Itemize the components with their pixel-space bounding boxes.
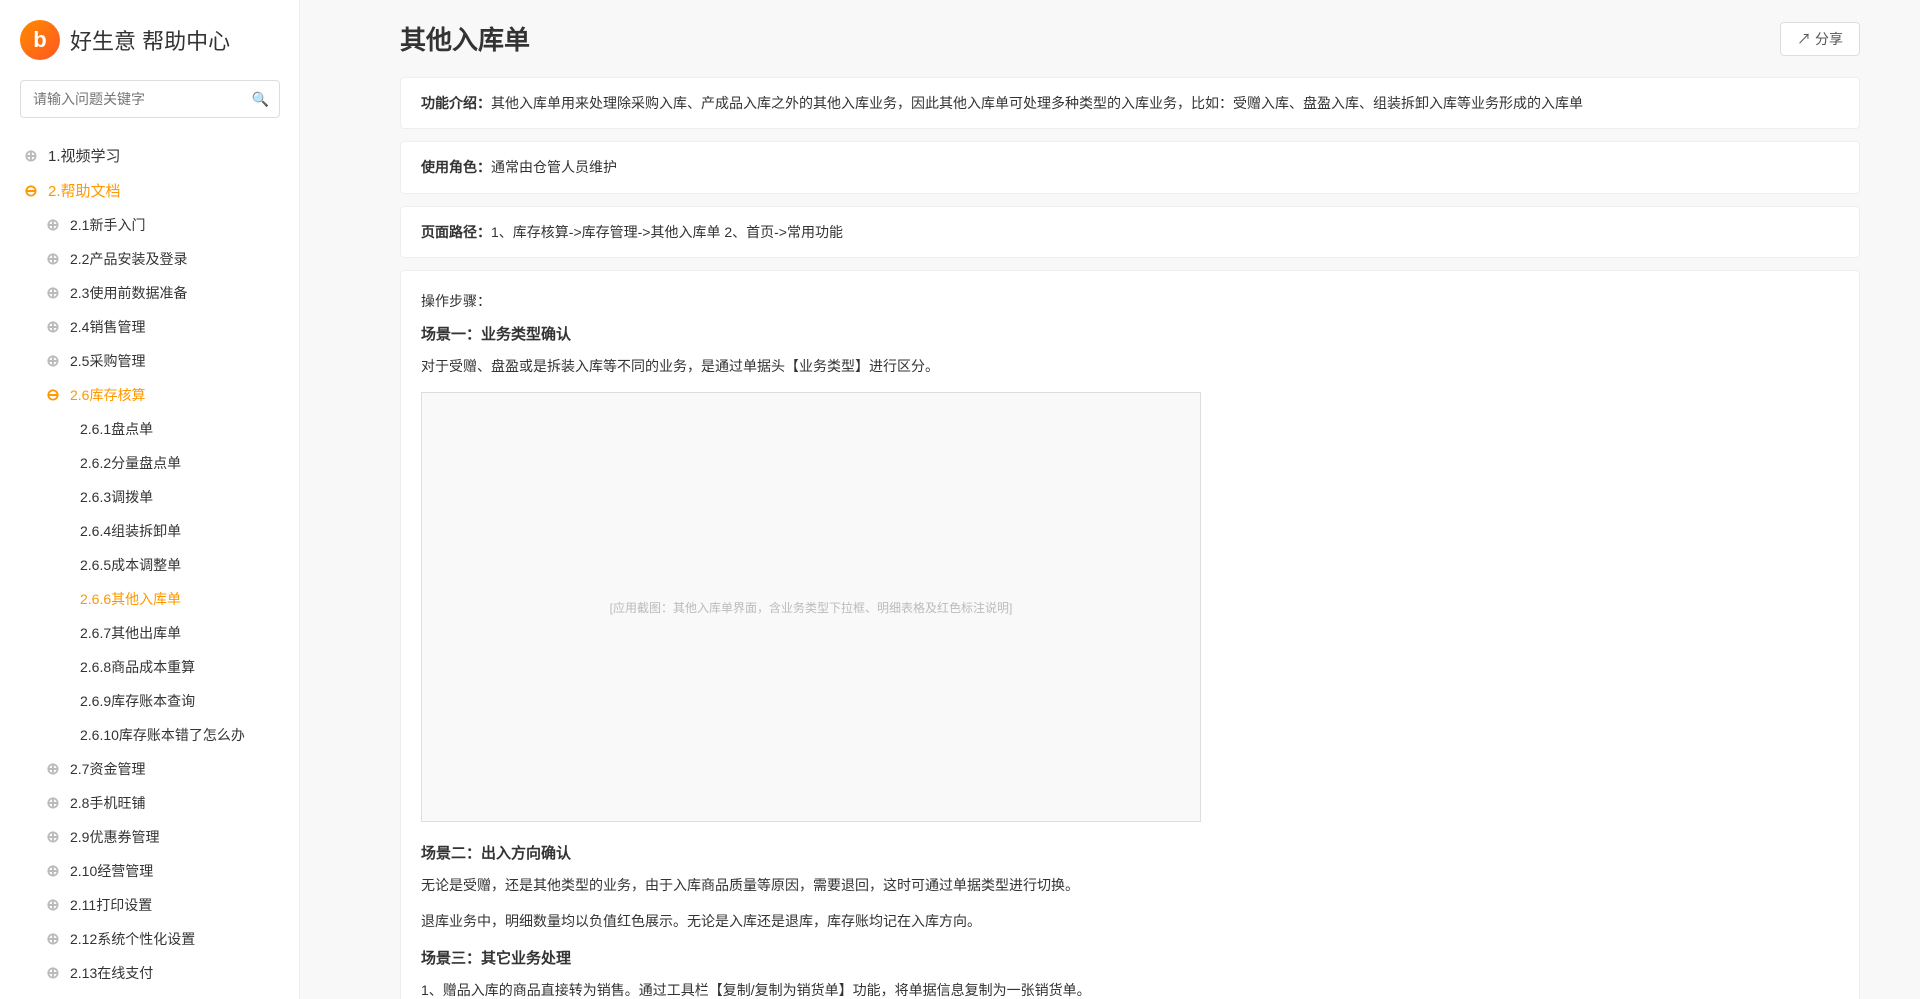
nav-label: 2.13在线支付 bbox=[70, 963, 153, 983]
embedded-screenshot: [应用截图：其他入库单界面，含业务类型下拉框、明细表格及红色标注说明] bbox=[421, 392, 1201, 822]
path-text: 1、库存核算->库存管理->其他入库单 2、首页->常用功能 bbox=[491, 224, 843, 240]
nav-2-11[interactable]: ⊕ 2.11打印设置 bbox=[20, 888, 299, 922]
nav-label: 2.4销售管理 bbox=[70, 317, 145, 337]
nav-2-6[interactable]: ⊖ 2.6库存核算 bbox=[20, 378, 299, 412]
plus-icon: ⊕ bbox=[44, 352, 62, 370]
nav-2-12[interactable]: ⊕ 2.12系统个性化设置 bbox=[20, 922, 299, 956]
nav-label: 2.11打印设置 bbox=[70, 895, 152, 915]
nav-label: 2.1新手入门 bbox=[70, 215, 145, 235]
plus-icon: ⊕ bbox=[44, 794, 62, 812]
plus-icon: ⊕ bbox=[44, 250, 62, 268]
plus-icon: ⊕ bbox=[44, 964, 62, 982]
plus-icon: ⊕ bbox=[44, 896, 62, 914]
nav-label: 2.6.4组装拆卸单 bbox=[80, 521, 181, 541]
nav-2-13[interactable]: ⊕ 2.13在线支付 bbox=[20, 956, 299, 990]
path-label: 页面路径： bbox=[421, 224, 491, 240]
nav-label: 2.10经营管理 bbox=[70, 861, 153, 881]
nav-label: 2.9优惠券管理 bbox=[70, 827, 159, 847]
nav-2-14[interactable]: ⊕2.14常见问题 bbox=[20, 990, 299, 999]
nav-help-docs[interactable]: ⊖ 2.帮助文档 bbox=[20, 173, 299, 208]
nav-label: 2.2产品安装及登录 bbox=[70, 249, 187, 269]
nav-label: 2.6.5成本调整单 bbox=[80, 555, 181, 575]
nav-label: 2.6.7其他出库单 bbox=[80, 623, 181, 643]
scene2-title: 场景二：出入方向确认 bbox=[421, 842, 1839, 863]
content-block: 操作步骤： 场景一：业务类型确认 对于受赠、盘盈或是拆装入库等不同的业务，是通过… bbox=[400, 270, 1860, 999]
search-input[interactable] bbox=[21, 81, 279, 117]
intro-card: 功能介绍：其他入库单用来处理除采购入库、产成品入库之外的其他入库业务，因此其他入… bbox=[400, 77, 1860, 129]
title-row: 其他入库单 ↗ 分享 bbox=[400, 20, 1860, 57]
nav-2-6-9[interactable]: 2.6.9库存账本查询 bbox=[20, 684, 299, 718]
plus-icon: ⊕ bbox=[44, 828, 62, 846]
nav-label: 2.6库存核算 bbox=[70, 385, 145, 405]
minus-icon: ⊖ bbox=[44, 386, 62, 404]
role-card: 使用角色：通常由仓管人员维护 bbox=[400, 141, 1860, 193]
nav-2-6-6[interactable]: 2.6.6其他入库单 bbox=[20, 582, 299, 616]
plus-icon: ⊕ bbox=[44, 760, 62, 778]
nav-2-5[interactable]: ⊕ 2.5采购管理 bbox=[20, 344, 299, 378]
minus-icon: ⊖ bbox=[22, 182, 40, 200]
nav-2-8[interactable]: ⊕ 2.8手机旺铺 bbox=[20, 786, 299, 820]
nav-2-6-1[interactable]: 2.6.1盘点单 bbox=[20, 412, 299, 446]
nav-label: 2.6.3调拨单 bbox=[80, 487, 153, 507]
nav-video-learning[interactable]: ⊕ 1.视频学习 bbox=[20, 138, 299, 173]
nav-2-6-10[interactable]: 2.6.10库存账本错了怎么办 bbox=[20, 718, 299, 752]
steps-label: 操作步骤： bbox=[421, 291, 1839, 311]
sidebar: b 好生意 帮助中心 🔍 ⊕ 1.视频学习 ⊖ 2.帮助文档 ⊕2.1新手入门 … bbox=[0, 0, 300, 999]
nav-2-6-8[interactable]: 2.6.8商品成本重算 bbox=[20, 650, 299, 684]
plus-icon: ⊕ bbox=[44, 862, 62, 880]
nav-2-7[interactable]: ⊕ 2.7资金管理 bbox=[20, 752, 299, 786]
nav-2-3[interactable]: ⊕ 2.3使用前数据准备 bbox=[20, 276, 299, 310]
plus-icon: ⊕ bbox=[44, 318, 62, 336]
nav-label: 2.6.8商品成本重算 bbox=[80, 657, 195, 677]
page-title: 其他入库单 bbox=[400, 20, 530, 57]
nav-2-6-3[interactable]: 2.6.3调拨单 bbox=[20, 480, 299, 514]
logo-text: 好生意 帮助中心 bbox=[70, 24, 230, 56]
nav-label: 1.视频学习 bbox=[48, 145, 121, 166]
nav-2-6-4[interactable]: 2.6.4组装拆卸单 bbox=[20, 514, 299, 548]
nav-2-6-5[interactable]: 2.6.5成本调整单 bbox=[20, 548, 299, 582]
nav-2-9[interactable]: ⊕ 2.9优惠券管理 bbox=[20, 820, 299, 854]
intro-text: 其他入库单用来处理除采购入库、产成品入库之外的其他入库业务，因此其他入库单可处理… bbox=[491, 95, 1583, 111]
nav-label: 2.8手机旺铺 bbox=[70, 793, 145, 813]
logo-row: b 好生意 帮助中心 bbox=[20, 20, 299, 60]
logo-icon: b bbox=[20, 20, 60, 60]
nav-label: 2.12系统个性化设置 bbox=[70, 929, 195, 949]
nav-label: 2.5采购管理 bbox=[70, 351, 145, 371]
nav-2-1[interactable]: ⊕ 2.1新手入门 bbox=[20, 208, 299, 242]
plus-icon: ⊕ bbox=[22, 147, 40, 165]
nav-label: 2.6.2分量盘点单 bbox=[80, 453, 181, 473]
path-card: 页面路径：1、库存核算->库存管理->其他入库单 2、首页->常用功能 bbox=[400, 206, 1860, 258]
intro-label: 功能介绍： bbox=[421, 95, 491, 111]
scene2-text1: 无论是受赠，还是其他类型的业务，由于入库商品质量等原因，需要退回，这时可通过单据… bbox=[421, 871, 1839, 899]
nav-label: 2.6.1盘点单 bbox=[80, 419, 153, 439]
plus-icon: ⊕ bbox=[44, 216, 62, 234]
nav-label: 2.6.6其他入库单 bbox=[80, 589, 181, 609]
scene1-text: 对于受赠、盘盈或是拆装入库等不同的业务，是通过单据头【业务类型】进行区分。 bbox=[421, 352, 1839, 380]
nav-2-6-2[interactable]: 2.6.2分量盘点单 bbox=[20, 446, 299, 480]
nav-2-2[interactable]: ⊕ 2.2产品安装及登录 bbox=[20, 242, 299, 276]
search-box[interactable]: 🔍 bbox=[20, 80, 280, 118]
nav-label: 2.6.10库存账本错了怎么办 bbox=[80, 725, 245, 745]
share-button[interactable]: ↗ 分享 bbox=[1780, 22, 1860, 56]
plus-icon: ⊕ bbox=[44, 284, 62, 302]
nav-label: 2.帮助文档 bbox=[48, 180, 121, 201]
nav-label: 2.7资金管理 bbox=[70, 759, 145, 779]
plus-icon: ⊕ bbox=[44, 930, 62, 948]
role-text: 通常由仓管人员维护 bbox=[491, 159, 617, 175]
nav-label: 2.3使用前数据准备 bbox=[70, 283, 187, 303]
nav-2-6-7[interactable]: 2.6.7其他出库单 bbox=[20, 616, 299, 650]
scene3-title: 场景三：其它业务处理 bbox=[421, 947, 1839, 968]
nav-2-10[interactable]: ⊕ 2.10经营管理 bbox=[20, 854, 299, 888]
scene3-text: 1、赠品入库的商品直接转为销售。通过工具栏【复制/复制为销货单】功能，将单据信息… bbox=[421, 976, 1839, 999]
nav-label: 2.6.9库存账本查询 bbox=[80, 691, 195, 711]
scene1-title: 场景一：业务类型确认 bbox=[421, 323, 1839, 344]
nav-2-4[interactable]: ⊕ 2.4销售管理 bbox=[20, 310, 299, 344]
main-content: 其他入库单 ↗ 分享 功能介绍：其他入库单用来处理除采购入库、产成品入库之外的其… bbox=[300, 0, 1920, 999]
search-icon[interactable]: 🔍 bbox=[252, 91, 269, 108]
role-label: 使用角色： bbox=[421, 159, 491, 175]
scene2-text2: 退库业务中，明细数量均以负值红色展示。无论是入库还是退库，库存账均记在入库方向。 bbox=[421, 907, 1839, 935]
